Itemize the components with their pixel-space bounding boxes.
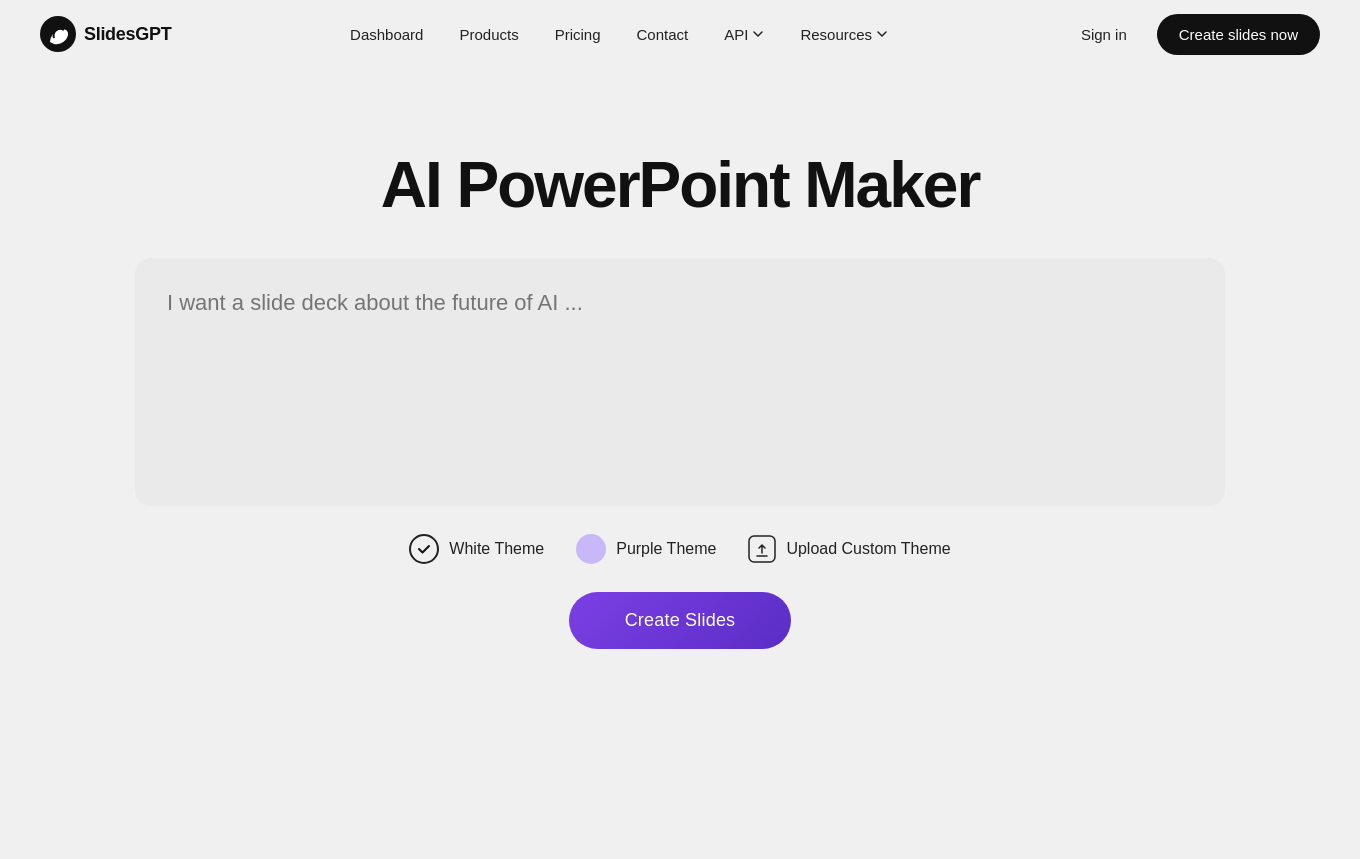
purple-theme-dot xyxy=(576,534,606,564)
nav-products[interactable]: Products xyxy=(445,18,532,51)
nav-resources[interactable]: Resources xyxy=(786,18,902,51)
nav-pricing[interactable]: Pricing xyxy=(541,18,615,51)
nav-dashboard[interactable]: Dashboard xyxy=(336,18,437,51)
upload-theme-label: Upload Custom Theme xyxy=(786,540,950,558)
upload-custom-theme-option[interactable]: Upload Custom Theme xyxy=(748,535,950,563)
create-slides-button[interactable]: Create Slides xyxy=(569,592,792,649)
theme-options: White Theme Purple Theme Upload Custom T… xyxy=(409,534,950,564)
logo-icon xyxy=(40,16,76,52)
purple-theme-option[interactable]: Purple Theme xyxy=(576,534,716,564)
slide-input[interactable] xyxy=(167,286,1193,476)
white-theme-label: White Theme xyxy=(449,540,544,558)
purple-theme-label: Purple Theme xyxy=(616,540,716,558)
api-chevron-icon xyxy=(752,28,764,40)
main-nav: Dashboard Products Pricing Contact API R… xyxy=(336,18,902,51)
nav-contact[interactable]: Contact xyxy=(623,18,703,51)
upload-icon xyxy=(748,535,776,563)
create-slides-header-button[interactable]: Create slides now xyxy=(1157,14,1320,55)
logo-text: SlidesGPT xyxy=(84,24,171,45)
site-header: SlidesGPT Dashboard Products Pricing Con… xyxy=(0,0,1360,68)
resources-chevron-icon xyxy=(876,28,888,40)
main-content: AI PowerPoint Maker White Theme Purple T… xyxy=(0,68,1360,649)
white-theme-check-icon xyxy=(409,534,439,564)
logo[interactable]: SlidesGPT xyxy=(40,16,171,52)
nav-api[interactable]: API xyxy=(710,18,778,51)
input-container xyxy=(135,258,1225,506)
sign-in-link[interactable]: Sign in xyxy=(1067,18,1141,51)
white-theme-option[interactable]: White Theme xyxy=(409,534,544,564)
header-right: Sign in Create slides now xyxy=(1067,14,1320,55)
page-title: AI PowerPoint Maker xyxy=(381,148,980,222)
